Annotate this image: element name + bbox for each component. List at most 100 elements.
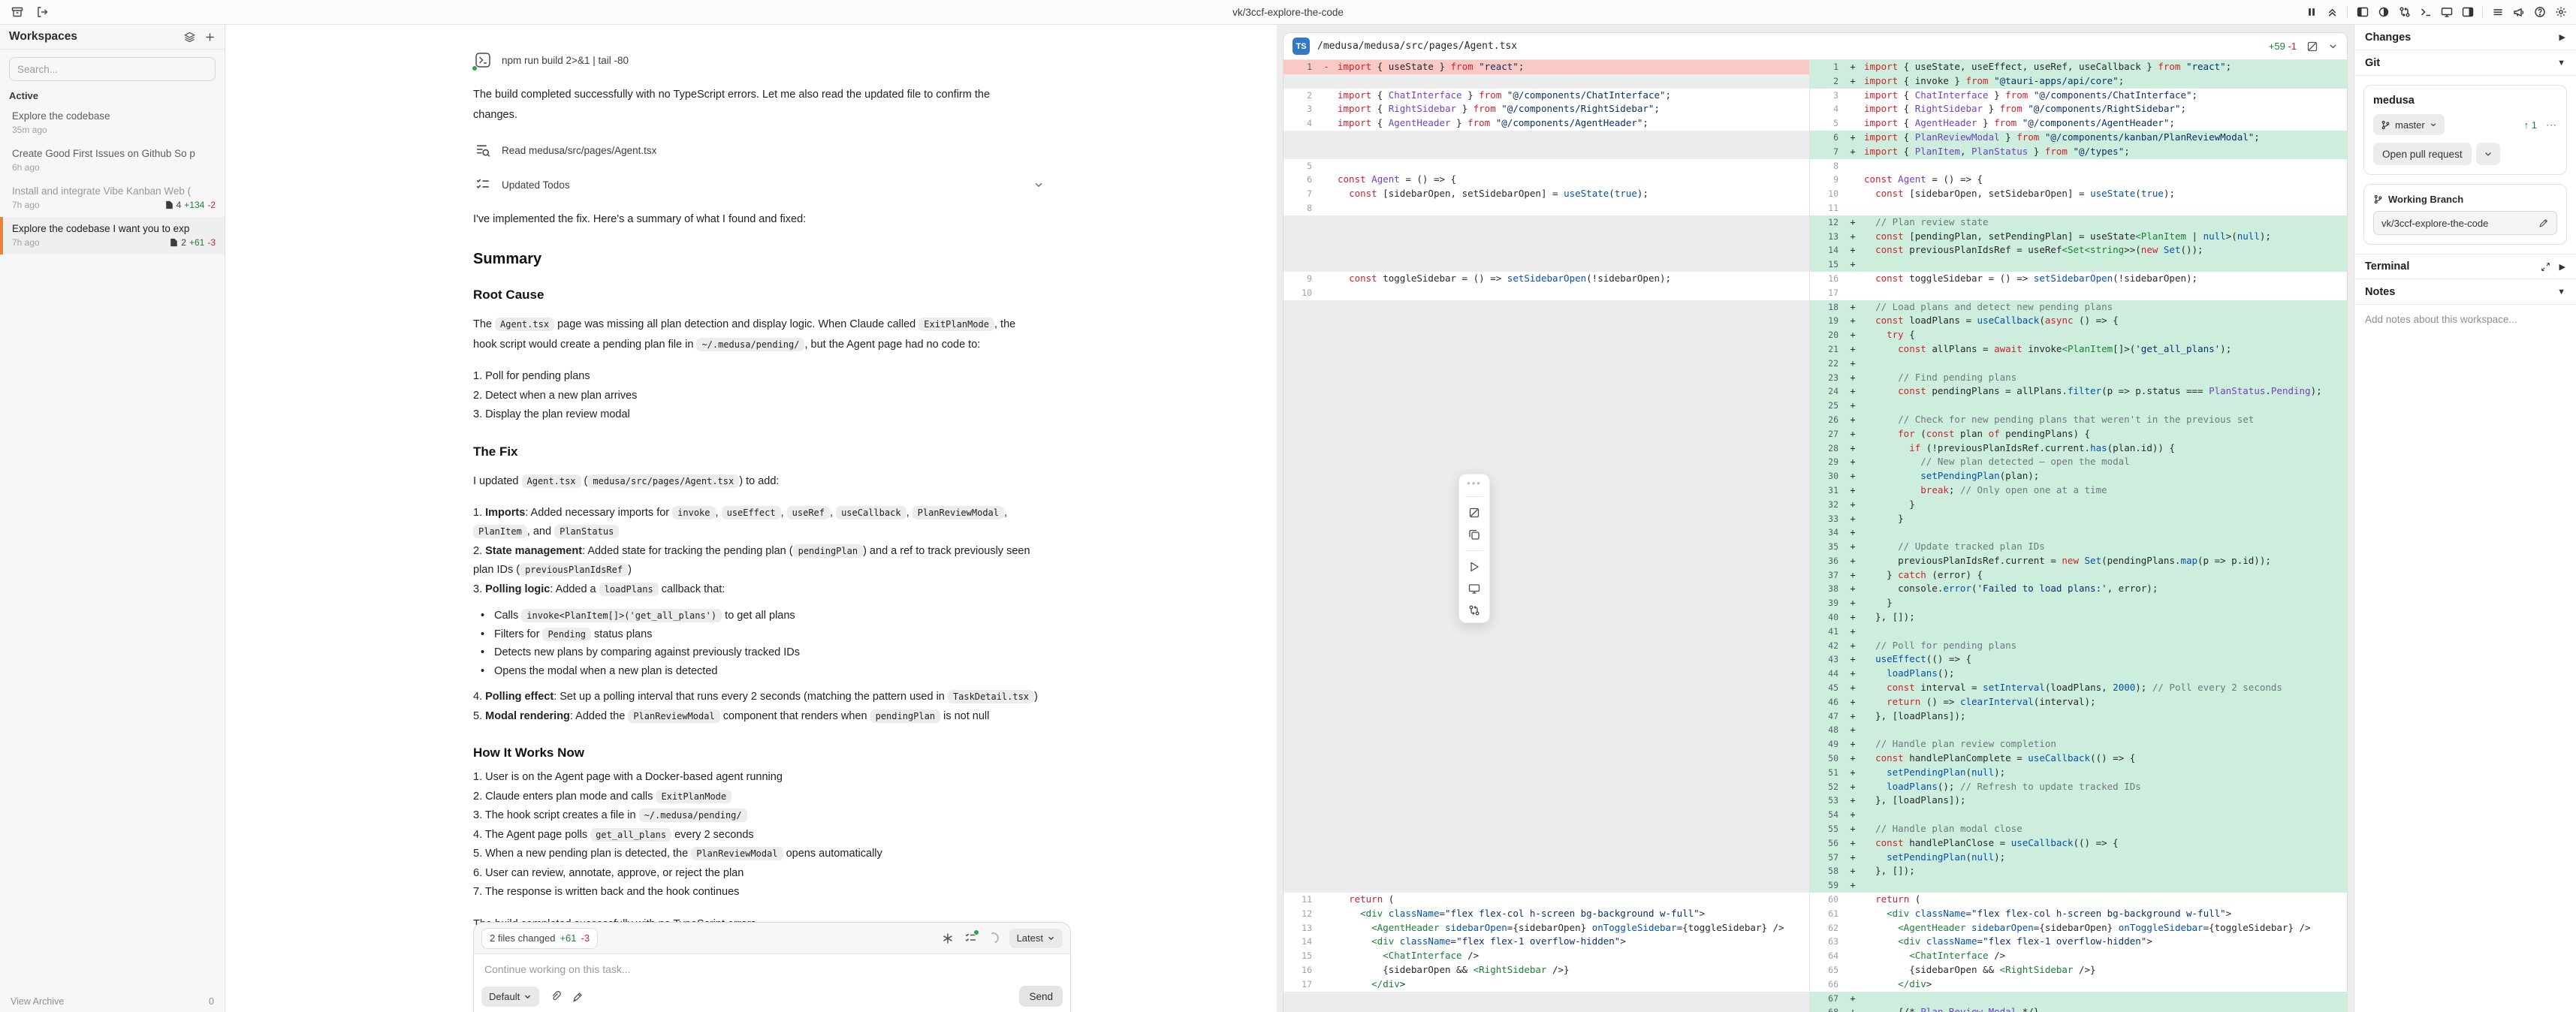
workspace-item-meta: 6h ago <box>12 162 216 173</box>
diff-new-side: 4import { RightSidebar } from "@/compone… <box>1809 102 2347 116</box>
message-input[interactable] <box>484 963 1040 975</box>
diff-row: 58+ }, []); <box>1283 864 2347 878</box>
copy-icon[interactable] <box>1468 529 1480 541</box>
diff-old-side: 13 <AgentHeader sidebarOpen={sidebarOpen… <box>1283 921 1809 935</box>
changes-section-header[interactable]: Changes ▶ <box>2354 25 2576 50</box>
text-run: Display the plan review modal <box>485 408 630 420</box>
diff-old-side <box>1283 766 1809 780</box>
diff-new-side: 50+ const handlePlanComplete = useCallba… <box>1809 751 2347 766</box>
drag-handle-icon[interactable]: ••• <box>1467 480 1482 486</box>
workspace-item[interactable]: Explore the codebase35m ago <box>0 104 225 142</box>
text-run: Claude enters plan mode and calls <box>485 791 656 803</box>
diff-row: 59+ <box>1283 878 2347 893</box>
diff-new-side: 21+ const allPlans = await invoke<PlanIt… <box>1809 342 2347 357</box>
diff-new-side: 67+ <box>1809 992 2347 1006</box>
expand-icon[interactable] <box>2541 262 2550 272</box>
section-heading: The Fix <box>473 444 1074 459</box>
pen-icon[interactable] <box>572 990 584 1002</box>
text-run: The hook script creates a file in <box>485 809 639 821</box>
diff-new-side: 40+ }, []); <box>1809 610 2347 625</box>
diff-row: 26+ // Check for new pending plans that … <box>1283 413 2347 427</box>
inline-code: ~/.medusa/pending/ <box>639 809 747 822</box>
git-compare-icon[interactable] <box>1468 604 1480 616</box>
inline-code: PlanItem <box>473 525 527 538</box>
diff-old-side: 9 const toggleSidebar = () => setSidebar… <box>1283 272 1809 286</box>
text-run: callback that: <box>659 583 725 595</box>
diff-file-path: /medusa/medusa/src/pages/Agent.tsx <box>1317 41 1517 52</box>
diff-new-side: 54+ <box>1809 808 2347 822</box>
todos-icon[interactable] <box>964 932 977 944</box>
diff-old-side <box>1283 625 1809 639</box>
diff-row: 40+ }, []); <box>1283 610 2347 625</box>
spark-icon[interactable] <box>942 932 954 944</box>
diff-old-side <box>1283 512 1809 526</box>
working-branch-input[interactable] <box>2381 218 2532 229</box>
diff-additions: +59 <box>2269 41 2285 52</box>
diff-old-side <box>1283 737 1809 751</box>
files-changed-pill[interactable]: 2 files changed +61 -3 <box>481 928 598 949</box>
chevron-down-icon[interactable] <box>1033 179 1044 190</box>
inline-code: PlanReviewModal <box>628 709 719 723</box>
repo-name: medusa <box>2373 95 2557 107</box>
edit-pencil-icon[interactable] <box>2538 218 2549 228</box>
diff-old-side <box>1283 498 1809 512</box>
diff-old-side: 16 {sidebarOpen && <RightSidebar />} <box>1283 963 1809 977</box>
send-button[interactable]: Send <box>1019 986 1063 1007</box>
diff-old-side: 5 <box>1283 159 1809 173</box>
more-options-icon[interactable]: ⋯ <box>2546 119 2557 131</box>
workspace-item[interactable]: Create Good First Issues on Github So p6… <box>0 142 225 179</box>
list-item: 1. Poll for pending plans <box>473 367 1040 387</box>
diff-row: 41+ <box>1283 625 2347 639</box>
diff-old-side <box>1283 526 1809 540</box>
text-run: The <box>473 318 495 330</box>
play-icon[interactable] <box>1468 561 1480 573</box>
notes-section-header[interactable]: Notes ▼ <box>2354 279 2576 305</box>
terminal-section-header[interactable]: Terminal ▶ <box>2354 254 2576 279</box>
tool-call-terminal[interactable]: npm run build 2>&1 | tail -80 <box>473 50 1044 70</box>
list-item: 7. The response is written back and the … <box>473 883 1040 902</box>
tool-call-read[interactable]: Read medusa/src/pages/Agent.tsx <box>473 140 1044 160</box>
slashed-square-icon[interactable] <box>2306 41 2318 53</box>
inline-code: loadPlans <box>599 583 659 596</box>
diff-new-side: 9const Agent = () => { <box>1809 173 2347 187</box>
inline-code: ExitPlanMode <box>656 790 731 803</box>
branch-selector[interactable]: master <box>2373 114 2445 135</box>
display-icon[interactable] <box>1468 583 1480 595</box>
paperclip-icon[interactable] <box>550 990 562 1002</box>
pull-request-caret-button[interactable] <box>2476 143 2500 165</box>
deletions-count: -3 <box>581 932 590 944</box>
notes-placeholder[interactable]: Add notes about this workspace... <box>2354 305 2576 334</box>
diff-old-side <box>1283 131 1809 145</box>
terminal-icon <box>473 50 493 70</box>
diff-row: 39+ } <box>1283 596 2347 610</box>
view-archive-link[interactable]: View Archive <box>11 996 64 1007</box>
tool-call-todos[interactable]: Updated Todos <box>473 175 1044 194</box>
diff-old-side <box>1283 145 1809 159</box>
workspace-item[interactable]: Install and integrate Vibe Kanban Web (7… <box>0 179 225 217</box>
open-pull-request-button[interactable]: Open pull request <box>2373 143 2472 165</box>
plus-icon[interactable] <box>204 32 216 43</box>
diff-new-side: 13+ const [pendingPlan, setPendingPlan] … <box>1809 230 2347 244</box>
diff-row: 1017 <box>1283 286 2347 300</box>
latest-dropdown[interactable]: Latest <box>1009 929 1063 948</box>
git-section-header[interactable]: Git ▼ <box>2354 50 2576 76</box>
diff-row: 44+ loadPlans(); <box>1283 667 2347 681</box>
diff-row: 811 <box>1283 201 2347 215</box>
list-item: 3. Polling logic: Added a loadPlans call… <box>473 580 1040 600</box>
diff-row: 35+ // Update tracked plan IDs <box>1283 540 2347 554</box>
text-run: Detects new plans by comparing against p… <box>494 646 800 658</box>
text-run: State management <box>485 545 582 557</box>
diff-new-side: 12+ // Plan review state <box>1809 215 2347 230</box>
inline-code: Pending <box>542 628 591 641</box>
diff-row: 6+import { PlanReviewModal } from "@/com… <box>1283 131 2347 145</box>
list-item: 1. User is on the Agent page with a Dock… <box>473 768 1040 788</box>
chevron-down-icon[interactable] <box>2328 41 2338 51</box>
model-dropdown[interactable]: Default <box>481 986 539 1007</box>
workspace-item[interactable]: Explore the codebase I want you to exp7h… <box>0 217 225 255</box>
layers-icon[interactable] <box>184 32 195 43</box>
inline-code: previousPlanIdsRef <box>520 563 628 577</box>
diff-old-side <box>1283 371 1809 385</box>
search-input[interactable] <box>9 57 216 81</box>
list-item: 5. When a new pending plan is detected, … <box>473 845 1040 864</box>
slashed-square-icon[interactable] <box>1468 507 1480 519</box>
